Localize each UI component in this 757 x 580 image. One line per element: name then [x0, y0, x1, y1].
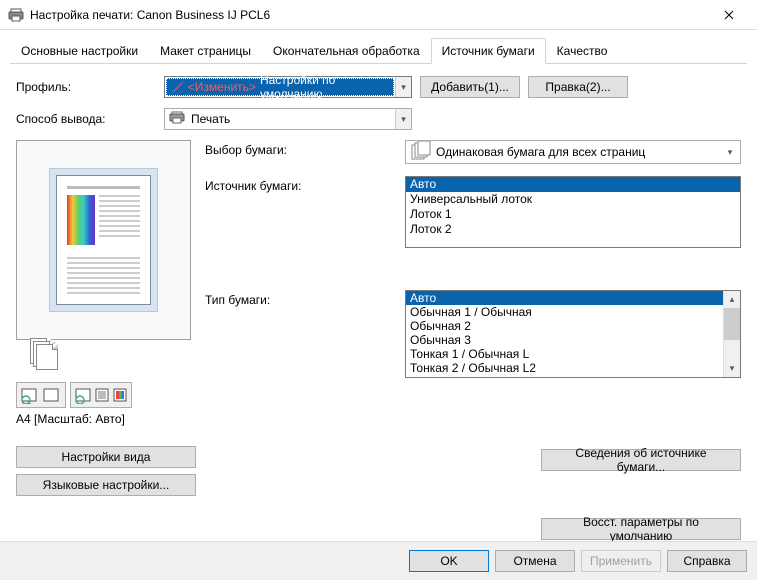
page-preview	[16, 140, 191, 340]
scroll-thumb[interactable]	[724, 308, 740, 340]
cancel-button[interactable]: Отмена	[495, 550, 575, 572]
tab-basic[interactable]: Основные настройки	[10, 38, 149, 63]
scroll-up-icon[interactable]: ▴	[724, 291, 740, 308]
chevron-down-icon: ▾	[395, 109, 411, 129]
list-item[interactable]: Тонкая 1 / Обычная L	[406, 347, 723, 361]
tab-page-layout[interactable]: Макет страницы	[149, 38, 262, 63]
tab-finishing[interactable]: Окончательная обработка	[262, 38, 431, 63]
pencil-icon	[171, 80, 184, 94]
scroll-down-icon[interactable]: ▾	[724, 360, 740, 377]
list-item[interactable]: Лоток 2	[406, 222, 740, 237]
print-icon	[169, 111, 185, 128]
ok-button[interactable]: OK	[409, 550, 489, 572]
paper-selection-value: Одинаковая бумага для всех страниц	[436, 145, 722, 159]
rainbow-swatch	[67, 195, 95, 245]
profile-change-tag: <Изменить>	[188, 80, 256, 94]
output-value: Печать	[189, 112, 395, 126]
paper-source-listbox[interactable]: Авто Универсальный лоток Лоток 1 Лоток 2	[405, 176, 741, 248]
preview-toolbar	[16, 382, 191, 408]
list-item[interactable]: Авто	[406, 291, 723, 305]
profile-dropdown[interactable]: <Изменить> Настройки по умолчанию ▾	[164, 76, 412, 98]
list-item[interactable]: Тонкая 2 / Обычная L2	[406, 361, 723, 375]
titlebar: Настройка печати: Canon Business IJ PCL6	[0, 0, 757, 30]
restore-defaults-button[interactable]: Восст. параметры по умолчанию	[541, 518, 741, 540]
profile-label: Профиль:	[16, 80, 156, 94]
view-settings-button[interactable]: Настройки вида	[16, 446, 196, 468]
output-dropdown[interactable]: Печать ▾	[164, 108, 412, 130]
list-item[interactable]: Обычная 1 / Обычная	[406, 305, 723, 319]
color-mode-toggle[interactable]	[70, 382, 132, 408]
window-title: Настройка печати: Canon Business IJ PCL6	[30, 8, 709, 22]
edit-profile-button[interactable]: Правка(2)...	[528, 76, 628, 98]
paper-type-listbox[interactable]: Авто Обычная 1 / Обычная Обычная 2 Обычн…	[405, 290, 741, 378]
paper-source-info-button[interactable]: Сведения об источнике бумаги...	[541, 449, 741, 471]
view-mode-toggle[interactable]	[16, 382, 66, 408]
pages-icon	[30, 338, 60, 368]
list-item[interactable]: Универсальный лоток	[406, 192, 740, 207]
dialog-footer: OK Отмена Применить Справка	[0, 541, 757, 580]
paper-selection-dropdown[interactable]: Одинаковая бумага для всех страниц ▾	[405, 140, 741, 164]
pages-icon	[410, 141, 432, 164]
tab-bar: Основные настройки Макет страницы Оконча…	[10, 38, 747, 64]
chevron-down-icon: ▾	[395, 77, 411, 97]
tab-quality[interactable]: Качество	[546, 38, 619, 63]
paper-selection-label: Выбор бумаги:	[205, 140, 405, 157]
close-button[interactable]	[709, 1, 749, 29]
list-item[interactable]: Авто	[406, 177, 740, 192]
scrollbar[interactable]: ▴ ▾	[723, 291, 740, 377]
paper-type-label: Тип бумаги:	[205, 290, 405, 307]
add-profile-button[interactable]: Добавить(1)...	[420, 76, 520, 98]
profile-value: Настройки по умолчанию	[260, 73, 389, 101]
chevron-down-icon: ▾	[722, 141, 738, 163]
list-item[interactable]: Лоток 1	[406, 207, 740, 222]
tab-paper-source[interactable]: Источник бумаги	[431, 38, 546, 64]
language-settings-button[interactable]: Языковые настройки...	[16, 474, 196, 496]
paper-source-label: Источник бумаги:	[205, 176, 405, 193]
list-item[interactable]: Обычная 3	[406, 333, 723, 347]
output-label: Способ вывода:	[16, 112, 156, 126]
list-item[interactable]: Обычная 2	[406, 319, 723, 333]
preview-status: A4 [Масштаб: Авто]	[16, 412, 191, 426]
help-button[interactable]: Справка	[667, 550, 747, 572]
printer-icon	[8, 7, 24, 23]
apply-button: Применить	[581, 550, 661, 572]
